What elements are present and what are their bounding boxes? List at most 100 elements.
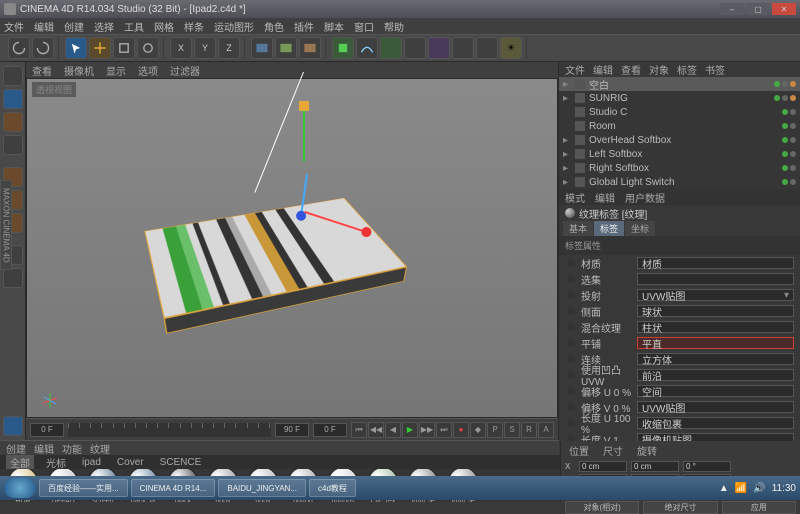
autokey-button[interactable]: ◆ <box>470 422 486 438</box>
play-button[interactable]: ▶ <box>402 422 418 438</box>
coord-input[interactable] <box>631 461 679 472</box>
vp-tab[interactable]: 显示 <box>106 63 126 78</box>
scale-tool[interactable] <box>113 37 135 59</box>
render-settings-button[interactable] <box>275 37 297 59</box>
array-button[interactable] <box>404 37 426 59</box>
gizmo-y-axis[interactable] <box>303 106 305 161</box>
menu-网格[interactable]: 网格 <box>154 19 174 34</box>
tray-sound-icon[interactable]: 🔊 <box>753 483 765 494</box>
mat-group[interactable]: 全部 <box>6 455 34 470</box>
mat-group[interactable]: Cover <box>113 457 148 468</box>
environment-button[interactable] <box>452 37 474 59</box>
mat-tab[interactable]: 编辑 <box>34 441 54 456</box>
z-axis-button[interactable]: Z <box>218 37 240 59</box>
menu-角色[interactable]: 角色 <box>264 19 284 34</box>
step-fwd-button[interactable]: ▶▶ <box>419 422 435 438</box>
snap-button[interactable] <box>3 268 23 288</box>
mat-group[interactable]: 光标 <box>42 455 70 470</box>
select-tool[interactable] <box>65 37 87 59</box>
mat-tab[interactable]: 纹理 <box>90 441 110 456</box>
key-rot-button[interactable]: R <box>521 422 537 438</box>
tree-item[interactable]: ▸空白 <box>559 77 800 91</box>
minimize-button[interactable]: – <box>720 3 744 15</box>
tree-item[interactable]: ▸SUNRIG <box>559 91 800 105</box>
menu-脚本[interactable]: 脚本 <box>324 19 344 34</box>
coord-button[interactable]: 应用 <box>722 501 796 514</box>
obj-tab[interactable]: 标签 <box>677 62 697 77</box>
menu-创建[interactable]: 创建 <box>64 19 84 34</box>
obj-tab[interactable]: 编辑 <box>593 62 613 77</box>
tree-item[interactable]: ▸Right Softbox <box>559 161 800 175</box>
model-mode-button[interactable] <box>3 89 23 109</box>
mat-group[interactable]: ipad <box>78 457 105 468</box>
start-button[interactable] <box>4 478 36 498</box>
taskbar-task[interactable]: c4d教程 <box>309 479 356 497</box>
record-button[interactable]: ● <box>453 422 469 438</box>
viewport[interactable]: 透视视图 <box>26 78 558 418</box>
taskbar-task[interactable]: BAIDU_JINGYAN... <box>218 479 306 497</box>
menu-文件[interactable]: 文件 <box>4 19 24 34</box>
menu-插件[interactable]: 插件 <box>294 19 314 34</box>
make-editable-button[interactable] <box>3 66 23 86</box>
menu-选择[interactable]: 选择 <box>94 19 114 34</box>
coord-button[interactable]: 对象(相对) <box>565 501 639 514</box>
tray-flag-icon[interactable]: ▲ <box>719 483 729 494</box>
play-back-button[interactable]: ◀ <box>385 422 401 438</box>
coord-input[interactable] <box>683 461 731 472</box>
key-scale-button[interactable]: S <box>504 422 520 438</box>
maximize-button[interactable]: ▢ <box>746 3 770 15</box>
obj-tab[interactable]: 书签 <box>705 62 725 77</box>
vp-tab[interactable]: 过滤器 <box>170 63 200 78</box>
menu-帮助[interactable]: 帮助 <box>384 19 404 34</box>
menu-编辑[interactable]: 编辑 <box>34 19 54 34</box>
tree-item[interactable]: ▸Left Softbox <box>559 147 800 161</box>
maxon-side-tab[interactable]: MAXON CINEMA 4D <box>0 180 12 270</box>
nurbs-button[interactable] <box>380 37 402 59</box>
menu-样条[interactable]: 样条 <box>184 19 204 34</box>
property-row[interactable]: 使用凹凸UVW前沿 <box>559 367 800 383</box>
object-tree[interactable]: ▸空白▸SUNRIGStudio CRoom▸OverHead Softbox▸… <box>559 77 800 189</box>
property-row[interactable]: 偏移 U 0 %空间 <box>559 383 800 399</box>
obj-tab[interactable]: 查看 <box>621 62 641 77</box>
render-view-button[interactable] <box>251 37 273 59</box>
deformer-button[interactable] <box>428 37 450 59</box>
timeline-start-field[interactable] <box>30 423 64 437</box>
attr-subtab[interactable]: 标签 <box>594 221 624 236</box>
mat-tab[interactable]: 创建 <box>6 441 26 456</box>
step-back-button[interactable]: ◀◀ <box>368 422 384 438</box>
property-row[interactable]: 材质材质 <box>559 255 800 271</box>
attr-subtab[interactable]: 坐标 <box>625 221 655 236</box>
menu-运动图形[interactable]: 运动图形 <box>214 19 254 34</box>
x-axis-button[interactable]: X <box>170 37 192 59</box>
menu-窗口[interactable]: 窗口 <box>354 19 374 34</box>
menu-工具[interactable]: 工具 <box>124 19 144 34</box>
tray-time[interactable]: 11:30 <box>772 483 796 494</box>
spline-button[interactable] <box>356 37 378 59</box>
tree-item[interactable]: ▸OverHead Softbox <box>559 133 800 147</box>
layout-button[interactable] <box>3 416 23 436</box>
mat-tab[interactable]: 功能 <box>62 441 82 456</box>
goto-start-button[interactable]: ⏮ <box>351 422 367 438</box>
tray-network-icon[interactable]: 📶 <box>735 483 747 494</box>
move-tool[interactable] <box>89 37 111 59</box>
obj-tab[interactable]: 文件 <box>565 62 585 77</box>
attr-subtab[interactable]: 基本 <box>563 221 593 236</box>
mat-group[interactable]: SCENCE <box>156 457 206 468</box>
property-row[interactable]: 侧面球状 <box>559 303 800 319</box>
vp-tab[interactable]: 选项 <box>138 63 158 78</box>
property-row[interactable]: 选集 <box>559 271 800 287</box>
attr-tab[interactable]: 用户数据 <box>625 190 665 205</box>
y-axis-button[interactable]: Y <box>194 37 216 59</box>
coord-input[interactable] <box>579 461 627 472</box>
undo-button[interactable] <box>8 37 30 59</box>
taskbar-task[interactable]: CINEMA 4D R14... <box>131 479 216 497</box>
light-button[interactable]: ☀ <box>500 37 522 59</box>
vp-tab[interactable]: 查看 <box>32 63 52 78</box>
key-pos-button[interactable]: P <box>487 422 503 438</box>
close-button[interactable]: ✕ <box>772 3 796 15</box>
timeline-track[interactable] <box>68 423 271 437</box>
property-row[interactable]: 平铺平直 <box>559 335 800 351</box>
property-row[interactable]: 长度 U 100 %收缩包裹 <box>559 415 800 431</box>
timeline-end-field[interactable] <box>275 423 309 437</box>
coord-button[interactable]: 绝对尺寸 <box>643 501 717 514</box>
